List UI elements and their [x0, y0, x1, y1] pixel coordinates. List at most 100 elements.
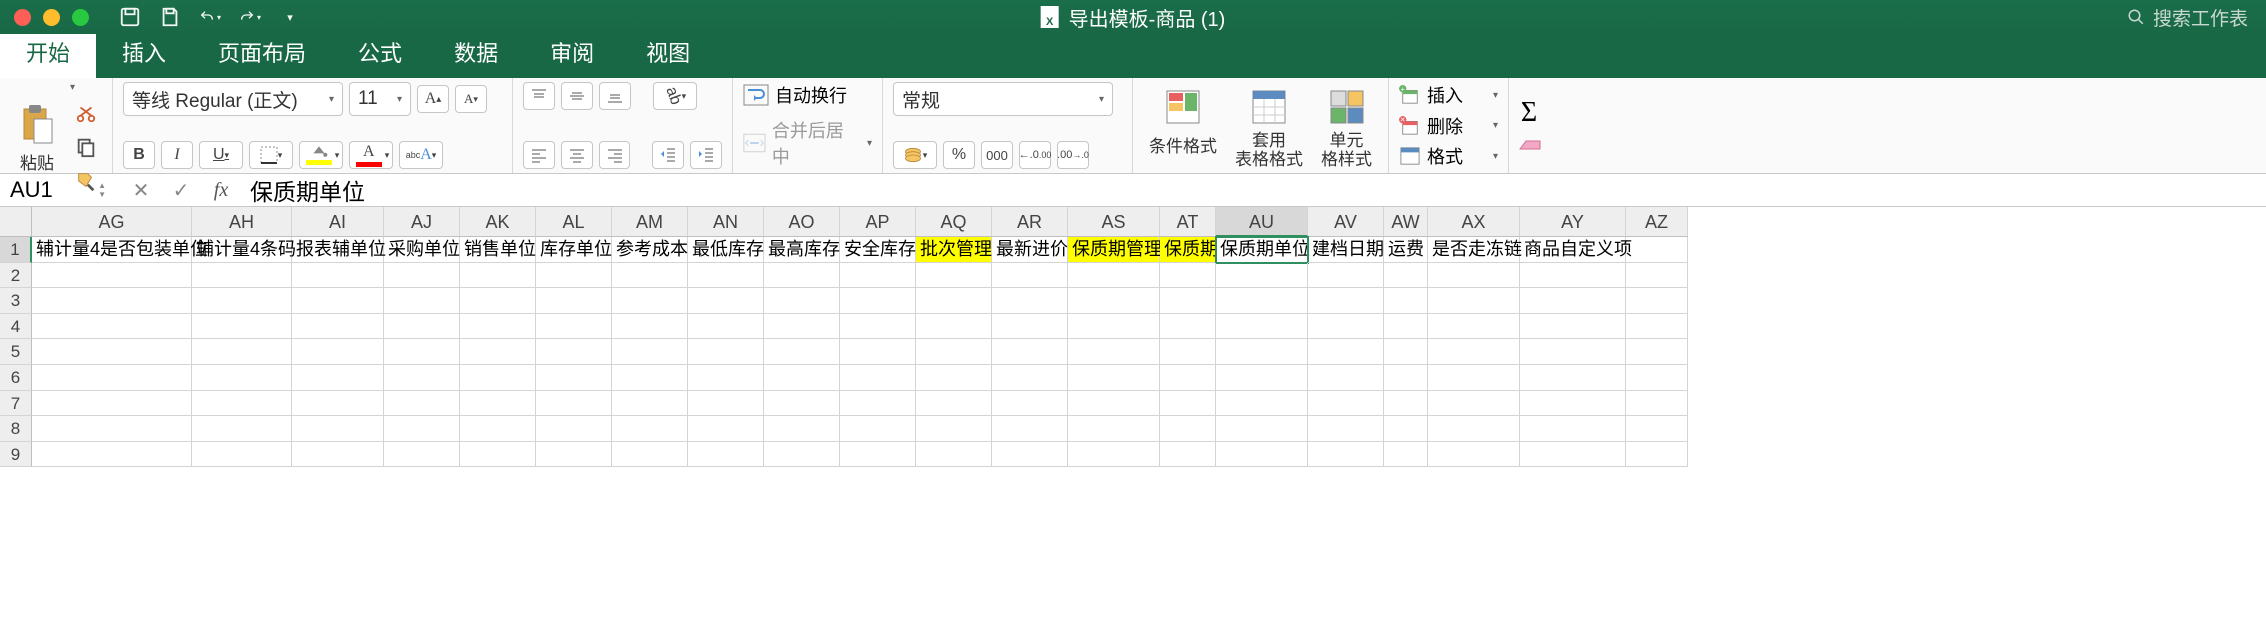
font-color-button[interactable]: A▾: [349, 141, 393, 169]
row-header-9[interactable]: 9: [0, 442, 32, 468]
cell-AZ3[interactable]: [1626, 288, 1688, 314]
cell-AT1[interactable]: 保质期: [1160, 237, 1216, 263]
cell-AK1[interactable]: 销售单位: [460, 237, 536, 263]
row-header-1[interactable]: 1: [0, 237, 32, 263]
cell-AQ5[interactable]: [916, 339, 992, 365]
cell-AQ7[interactable]: [916, 391, 992, 417]
cell-AK8[interactable]: [460, 416, 536, 442]
cell-AI6[interactable]: [292, 365, 384, 391]
cell-AZ7[interactable]: [1626, 391, 1688, 417]
col-header-AR[interactable]: AR: [992, 207, 1068, 237]
cell-AH9[interactable]: [192, 442, 292, 468]
qat-customize-icon[interactable]: ▾: [279, 6, 301, 28]
cell-AQ1[interactable]: 批次管理: [916, 237, 992, 263]
cell-AG3[interactable]: [32, 288, 192, 314]
cell-AJ2[interactable]: [384, 263, 460, 289]
col-header-AJ[interactable]: AJ: [384, 207, 460, 237]
namebox-up[interactable]: ▲: [98, 181, 106, 190]
cell-AS7[interactable]: [1068, 391, 1160, 417]
cell-AX5[interactable]: [1428, 339, 1520, 365]
cell-AY6[interactable]: [1520, 365, 1626, 391]
fill-color-button[interactable]: ▾: [299, 141, 343, 169]
row-header-5[interactable]: 5: [0, 339, 32, 365]
cell-AW6[interactable]: [1384, 365, 1428, 391]
cell-AS1[interactable]: 保质期管理: [1068, 237, 1160, 263]
cell-AH6[interactable]: [192, 365, 292, 391]
col-header-AK[interactable]: AK: [460, 207, 536, 237]
cell-AS2[interactable]: [1068, 263, 1160, 289]
cell-AW7[interactable]: [1384, 391, 1428, 417]
cell-AY4[interactable]: [1520, 314, 1626, 340]
orientation-button[interactable]: ab▾: [653, 82, 697, 110]
cell-AM4[interactable]: [612, 314, 688, 340]
cell-AR5[interactable]: [992, 339, 1068, 365]
cell-AP6[interactable]: [840, 365, 916, 391]
cell-AS4[interactable]: [1068, 314, 1160, 340]
namebox-down[interactable]: ▼: [98, 190, 106, 199]
cell-AO6[interactable]: [764, 365, 840, 391]
cell-AY2[interactable]: [1520, 263, 1626, 289]
cell-AX9[interactable]: [1428, 442, 1520, 468]
cell-AO1[interactable]: 最高库存: [764, 237, 840, 263]
cell-AP7[interactable]: [840, 391, 916, 417]
cell-AN5[interactable]: [688, 339, 764, 365]
cell-AX1[interactable]: 是否走冻链: [1428, 237, 1520, 263]
cell-AY9[interactable]: [1520, 442, 1626, 468]
col-header-AG[interactable]: AG: [32, 207, 192, 237]
cell-AT3[interactable]: [1160, 288, 1216, 314]
insert-cells-button[interactable]: +插入▾: [1399, 82, 1498, 108]
cell-AJ1[interactable]: 采购单位: [384, 237, 460, 263]
cell-AT2[interactable]: [1160, 263, 1216, 289]
col-header-AU[interactable]: AU: [1216, 207, 1308, 237]
format-as-table-button[interactable]: 套用 表格格式: [1229, 82, 1309, 173]
cell-AY8[interactable]: [1520, 416, 1626, 442]
cell-AP1[interactable]: 安全库存: [840, 237, 916, 263]
cell-AI5[interactable]: [292, 339, 384, 365]
formula-input[interactable]: 保质期单位: [242, 173, 2266, 207]
cell-AP5[interactable]: [840, 339, 916, 365]
cell-AT5[interactable]: [1160, 339, 1216, 365]
wrap-text-button[interactable]: 自动换行: [743, 82, 872, 108]
increase-font-button[interactable]: A▴: [417, 85, 449, 113]
cell-AV9[interactable]: [1308, 442, 1384, 468]
cell-AI7[interactable]: [292, 391, 384, 417]
cell-AZ5[interactable]: [1626, 339, 1688, 365]
cell-AW4[interactable]: [1384, 314, 1428, 340]
cell-AW9[interactable]: [1384, 442, 1428, 468]
cell-AR2[interactable]: [992, 263, 1068, 289]
cell-AN2[interactable]: [688, 263, 764, 289]
cell-AW2[interactable]: [1384, 263, 1428, 289]
cell-AI9[interactable]: [292, 442, 384, 468]
cell-AP9[interactable]: [840, 442, 916, 468]
cell-AH1[interactable]: 辅计量4条码: [192, 237, 292, 263]
decrease-font-button[interactable]: A▾: [455, 85, 487, 113]
search-box[interactable]: 搜索工作表: [2127, 4, 2248, 31]
cell-AG4[interactable]: [32, 314, 192, 340]
cell-AN1[interactable]: 最低库存: [688, 237, 764, 263]
italic-button[interactable]: I: [161, 141, 193, 169]
cell-AG9[interactable]: [32, 442, 192, 468]
comma-button[interactable]: 000: [981, 141, 1013, 169]
cell-AR7[interactable]: [992, 391, 1068, 417]
cell-AQ3[interactable]: [916, 288, 992, 314]
cell-AJ5[interactable]: [384, 339, 460, 365]
cell-AZ4[interactable]: [1626, 314, 1688, 340]
cell-AX7[interactable]: [1428, 391, 1520, 417]
cell-AL7[interactable]: [536, 391, 612, 417]
col-header-AP[interactable]: AP: [840, 207, 916, 237]
cell-AG5[interactable]: [32, 339, 192, 365]
cell-AJ6[interactable]: [384, 365, 460, 391]
save-icon[interactable]: [159, 6, 181, 28]
cell-AJ3[interactable]: [384, 288, 460, 314]
underline-button[interactable]: U ▾: [199, 141, 243, 169]
cell-AM3[interactable]: [612, 288, 688, 314]
cell-AV3[interactable]: [1308, 288, 1384, 314]
cell-AS8[interactable]: [1068, 416, 1160, 442]
cell-AW1[interactable]: 运费: [1384, 237, 1428, 263]
col-header-AL[interactable]: AL: [536, 207, 612, 237]
cell-AG6[interactable]: [32, 365, 192, 391]
cell-AI4[interactable]: [292, 314, 384, 340]
name-box[interactable]: AU1 ▲▼: [0, 174, 120, 206]
delete-cells-button[interactable]: ×删除▾: [1399, 113, 1498, 139]
merge-center-button[interactable]: 合并后居中 ▾: [743, 117, 872, 169]
